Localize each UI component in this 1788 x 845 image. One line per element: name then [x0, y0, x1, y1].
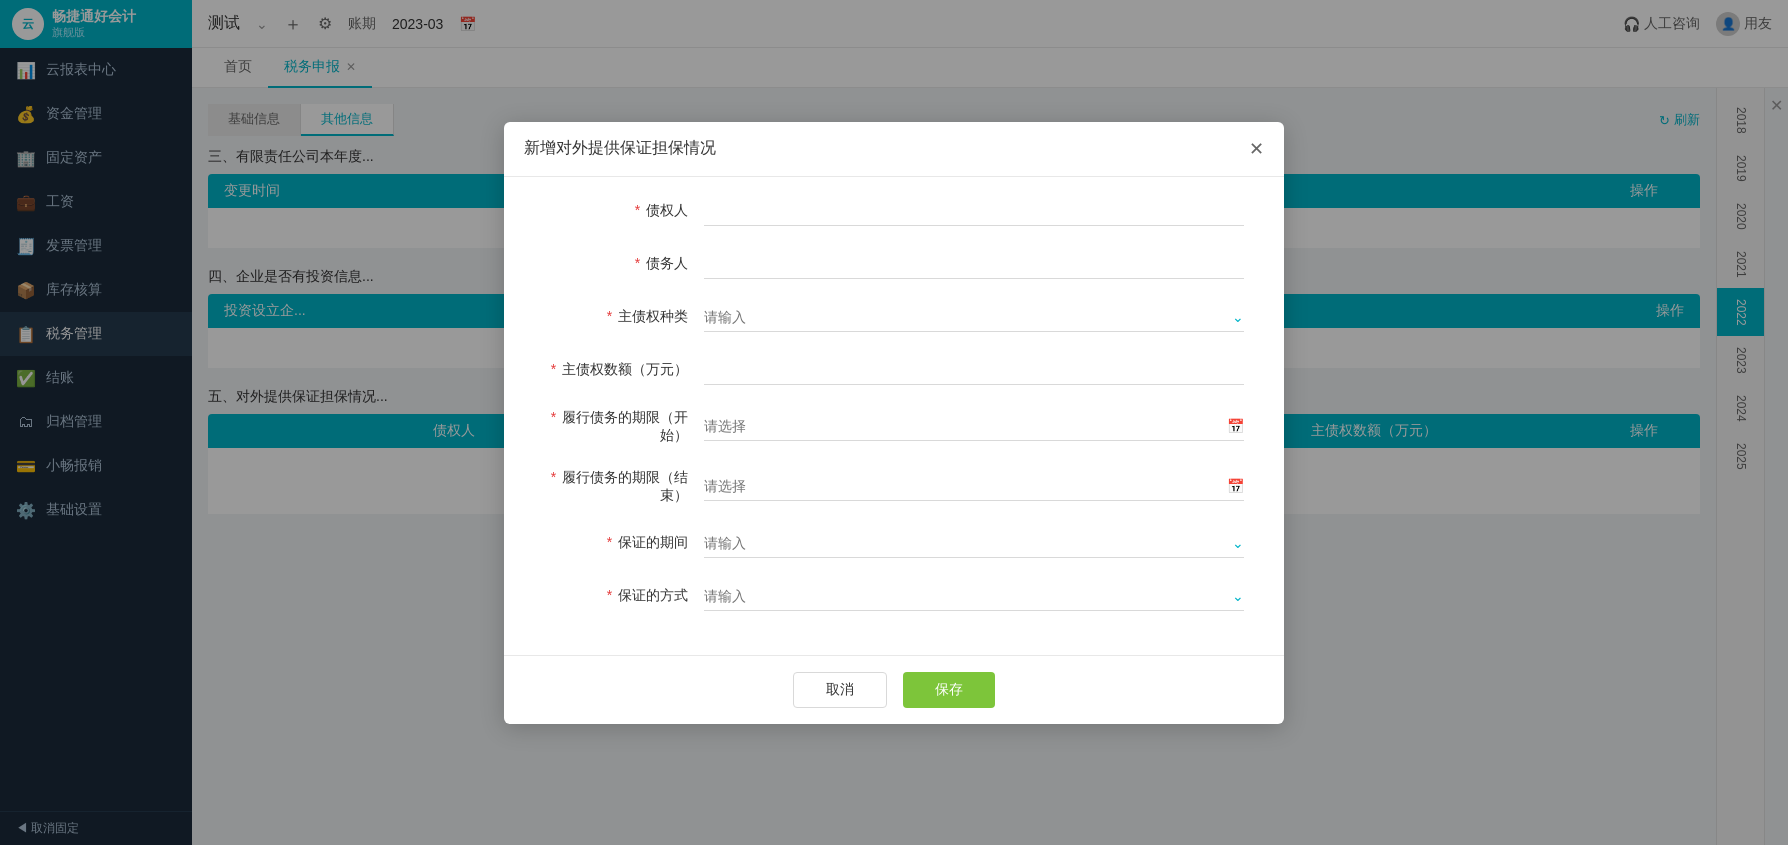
debt-type-arrow-icon[interactable]: ⌄ — [1232, 309, 1244, 325]
guarantee-method-required: * — [607, 587, 612, 603]
period-end-input[interactable] — [704, 472, 1227, 500]
period-start-wrapper: 📅 — [704, 412, 1244, 441]
modal-body: * 债权人 * 债务人 * 主债权种 — [504, 177, 1284, 655]
debt-amount-label: * 主债权数额（万元） — [544, 361, 704, 379]
debtor-required: * — [635, 255, 640, 271]
form-row-debt-amount: * 主债权数额（万元） — [544, 356, 1244, 385]
period-start-calendar-icon[interactable]: 📅 — [1227, 418, 1244, 434]
form-row-guarantee-method: * 保证的方式 ⌄ — [544, 582, 1244, 611]
debt-type-required: * — [607, 308, 612, 324]
guarantee-method-label: * 保证的方式 — [544, 587, 704, 605]
period-end-required: * — [551, 469, 556, 485]
guarantee-method-input[interactable] — [704, 582, 1232, 610]
cancel-button[interactable]: 取消 — [793, 672, 887, 708]
guarantee-method-arrow-icon[interactable]: ⌄ — [1232, 588, 1244, 604]
period-end-label: * 履行债务的期限（结束） — [544, 469, 704, 505]
modal-title: 新增对外提供保证担保情况 — [524, 138, 716, 159]
debtor-label: * 债务人 — [544, 255, 704, 273]
modal-overlay: 新增对外提供保证担保情况 ✕ * 债权人 * 债务人 — [0, 0, 1788, 845]
form-row-debt-type: * 主债权种类 ⌄ — [544, 303, 1244, 332]
debt-type-label: * 主债权种类 — [544, 308, 704, 326]
debt-amount-input[interactable] — [704, 356, 1244, 385]
period-start-label: * 履行债务的期限（开始） — [544, 409, 704, 445]
creditor-required: * — [635, 202, 640, 218]
guarantee-method-wrapper: ⌄ — [704, 582, 1244, 611]
debt-amount-required: * — [551, 361, 556, 377]
debt-type-input[interactable] — [704, 303, 1232, 331]
creditor-input[interactable] — [704, 197, 1244, 226]
guarantee-period-arrow-icon[interactable]: ⌄ — [1232, 535, 1244, 551]
guarantee-period-required: * — [607, 534, 612, 550]
form-row-guarantee-period: * 保证的期间 ⌄ — [544, 529, 1244, 558]
period-start-input[interactable] — [704, 412, 1227, 440]
debt-type-wrapper: ⌄ — [704, 303, 1244, 332]
app-container: 云 畅捷通好会计 旗舰版 📊 云报表中心 💰 资金管理 🏢 固定资产 💼 — [0, 0, 1788, 845]
creditor-label: * 债权人 — [544, 202, 704, 220]
period-end-calendar-icon[interactable]: 📅 — [1227, 478, 1244, 494]
guarantee-period-wrapper: ⌄ — [704, 529, 1244, 558]
guarantee-period-input[interactable] — [704, 529, 1232, 557]
form-row-period-end: * 履行债务的期限（结束） 📅 — [544, 469, 1244, 505]
debtor-input[interactable] — [704, 250, 1244, 279]
modal-dialog: 新增对外提供保证担保情况 ✕ * 债权人 * 债务人 — [504, 122, 1284, 724]
guarantee-period-label: * 保证的期间 — [544, 534, 704, 552]
form-row-period-start: * 履行债务的期限（开始） 📅 — [544, 409, 1244, 445]
modal-header: 新增对外提供保证担保情况 ✕ — [504, 122, 1284, 177]
period-end-wrapper: 📅 — [704, 472, 1244, 501]
modal-close-button[interactable]: ✕ — [1249, 138, 1264, 160]
modal-footer: 取消 保存 — [504, 655, 1284, 724]
save-button[interactable]: 保存 — [903, 672, 995, 708]
form-row-debtor: * 债务人 — [544, 250, 1244, 279]
period-start-required: * — [551, 409, 556, 425]
form-row-creditor: * 债权人 — [544, 197, 1244, 226]
